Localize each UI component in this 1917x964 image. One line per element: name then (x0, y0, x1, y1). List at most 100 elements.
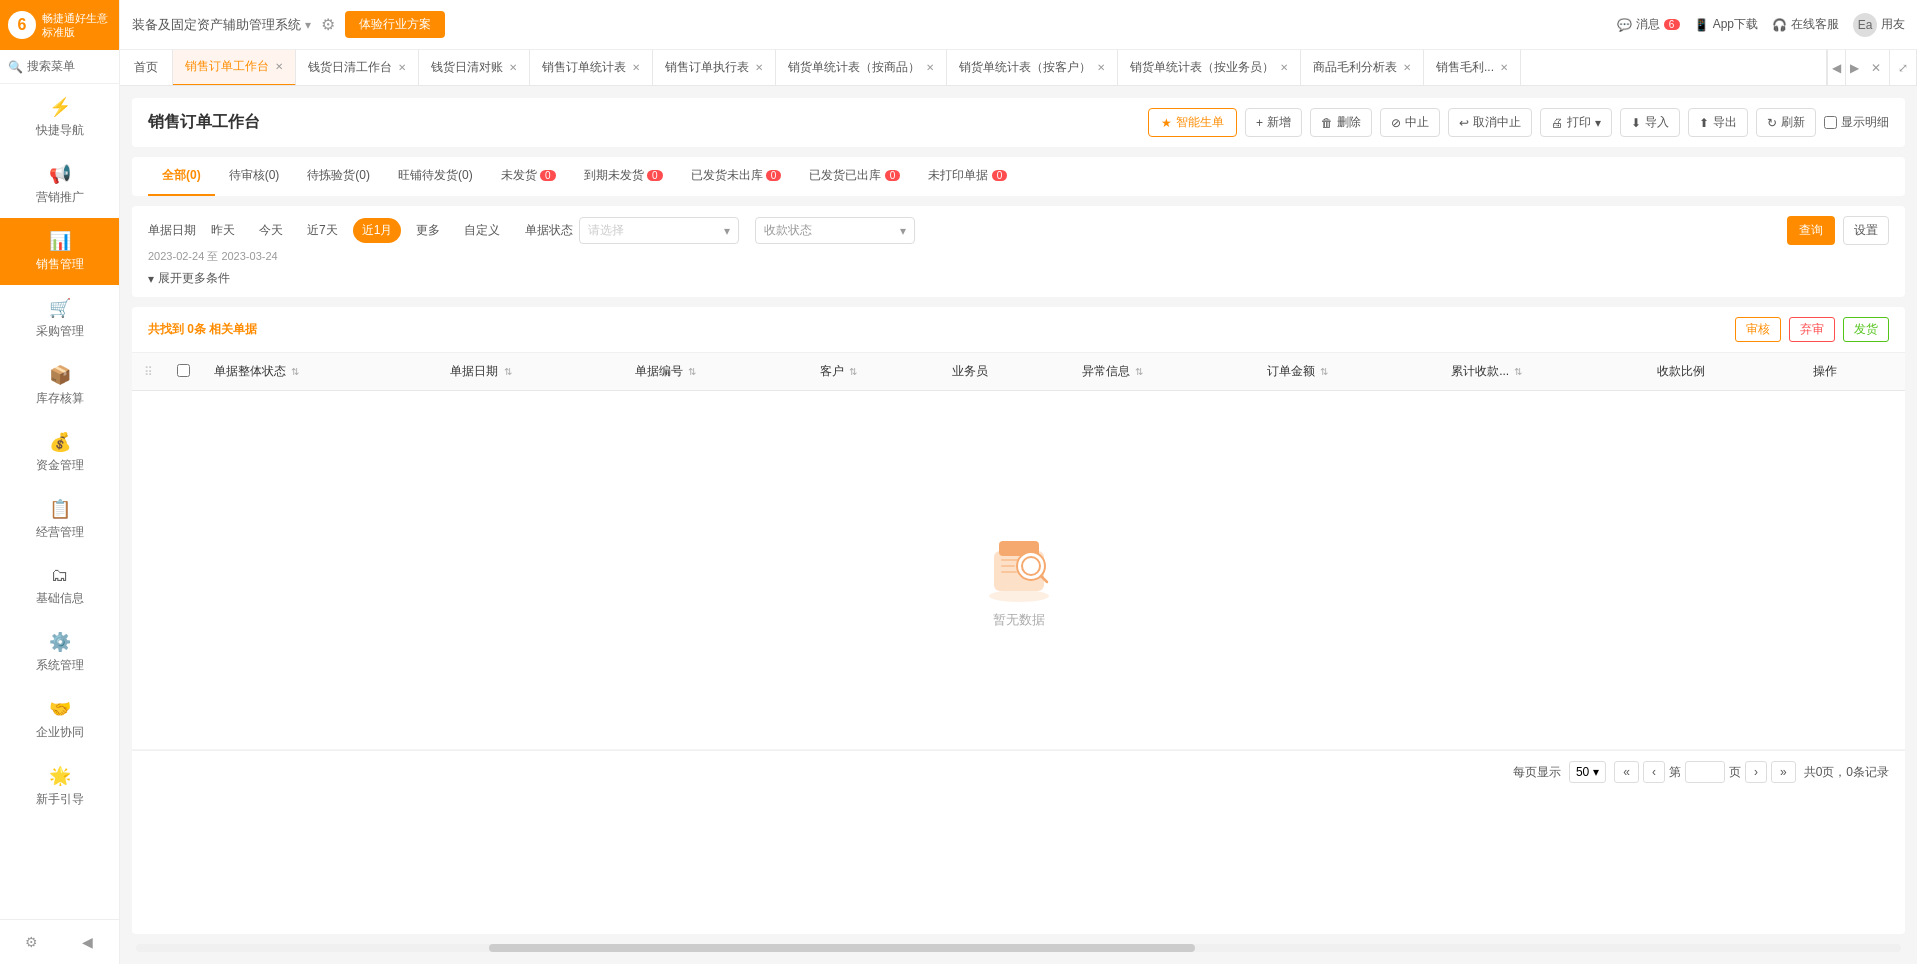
tab-close-icon[interactable]: ✕ (509, 62, 517, 73)
tab-sales-by-staff[interactable]: 销货单统计表（按业务员） ✕ (1118, 50, 1301, 86)
industry-btn[interactable]: 体验行业方案 (345, 11, 445, 38)
tab-fullscreen-button[interactable]: ⤢ (1890, 50, 1917, 86)
filter-expand-btn[interactable]: ▾ 展开更多条件 (148, 270, 1889, 287)
dispatch-button[interactable]: 发货 (1843, 317, 1889, 342)
filter-yesterday-btn[interactable]: 昨天 (202, 218, 244, 243)
sort-icon[interactable]: ⇅ (849, 366, 857, 377)
tab-prev-icon[interactable]: ◀ (1827, 50, 1845, 86)
print-button[interactable]: 🖨 打印 ▾ (1540, 108, 1612, 137)
filter-payment-select[interactable]: 收款状态 ▾ (755, 217, 915, 244)
horizontal-scrollbar[interactable] (136, 944, 1901, 952)
sidebar-item-enterprise[interactable]: 🤝 企业协同 (0, 686, 119, 753)
tab-reconcile[interactable]: 钱货日清对账 ✕ (419, 50, 530, 86)
filter-custom-btn[interactable]: 自定义 (455, 218, 509, 243)
settings-query-button[interactable]: 设置 (1843, 216, 1889, 245)
settings-button[interactable]: ⚙ (8, 928, 56, 956)
sidebar-item-marketing[interactable]: 📢 营销推广 (0, 151, 119, 218)
message-item[interactable]: 💬 消息 6 (1617, 16, 1680, 33)
add-button[interactable]: + 新增 (1245, 108, 1302, 137)
col-checkbox[interactable] (165, 353, 202, 391)
subtab-dispatched-out[interactable]: 已发货已出库 0 (795, 157, 914, 196)
delete-button[interactable]: 🗑 删除 (1310, 108, 1372, 137)
result-count: 共找到 0条 相关单据 (148, 321, 257, 338)
sidebar-item-newbie[interactable]: 🌟 新手引导 (0, 753, 119, 820)
select-all-checkbox[interactable] (177, 364, 190, 377)
tab-home[interactable]: 首页 (120, 50, 173, 86)
sidebar-item-finance[interactable]: 💰 资金管理 (0, 419, 119, 486)
export-button[interactable]: ⬆ 导出 (1688, 108, 1748, 137)
first-page-button[interactable]: « (1614, 761, 1639, 783)
chevron-down-icon: ▾ (148, 272, 154, 286)
query-button[interactable]: 查询 (1787, 216, 1835, 245)
tab-sales-workbench[interactable]: 销售订单工作台 ✕ (173, 50, 296, 86)
tab-daily-clear[interactable]: 钱货日清工作台 ✕ (296, 50, 419, 86)
sort-icon[interactable]: ⇅ (1320, 366, 1328, 377)
tab-sales-by-customer[interactable]: 销货单统计表（按客户） ✕ (947, 50, 1118, 86)
sidebar-item-inventory[interactable]: 📦 库存核算 (0, 352, 119, 419)
pause-button[interactable]: ⊘ 中止 (1380, 108, 1440, 137)
page-number-input[interactable]: 1 (1685, 761, 1725, 783)
smart-create-button[interactable]: ★ 智能生单 (1148, 108, 1237, 137)
tab-close-icon[interactable]: ✕ (632, 62, 640, 73)
cancel-pause-button[interactable]: ↩ 取消中止 (1448, 108, 1532, 137)
subtab-dispatched-not-out[interactable]: 已发货未出库 0 (677, 157, 796, 196)
tab-next-icon[interactable]: ▶ (1845, 50, 1863, 86)
tab-close-all-button[interactable]: ✕ (1863, 50, 1890, 86)
sort-icon[interactable]: ⇅ (504, 366, 512, 377)
sidebar-item-sales[interactable]: 📊 销售管理 (0, 218, 119, 285)
subtab-pending-inspect[interactable]: 待拣验货(0) (293, 157, 384, 196)
sidebar-item-operation[interactable]: 📋 经营管理 (0, 486, 119, 553)
tab-close-icon[interactable]: ✕ (1097, 62, 1105, 73)
subtab-overdue-dispatch[interactable]: 到期未发货 0 (570, 157, 677, 196)
tab-sales-margin[interactable]: 销售毛利... ✕ (1424, 50, 1521, 86)
filter-1month-btn[interactable]: 近1月 (353, 218, 402, 243)
filter-today-btn[interactable]: 今天 (250, 218, 292, 243)
gear-icon[interactable]: ⚙ (321, 15, 335, 34)
show-detail-checkbox[interactable]: 显示明细 (1824, 114, 1889, 131)
refresh-button[interactable]: ↻ 刷新 (1756, 108, 1816, 137)
tab-close-icon[interactable]: ✕ (275, 61, 283, 72)
collapse-button[interactable]: ◀ (64, 928, 112, 956)
prev-page-button[interactable]: ‹ (1643, 761, 1665, 783)
review-button[interactable]: 审核 (1735, 317, 1781, 342)
abandon-button[interactable]: 弃审 (1789, 317, 1835, 342)
filter-more-btn[interactable]: 更多 (407, 218, 449, 243)
app-download-item[interactable]: 📱 App下载 (1694, 16, 1758, 33)
cancel-pause-icon: ↩ (1459, 116, 1469, 130)
tab-order-stats[interactable]: 销售订单统计表 ✕ (530, 50, 653, 86)
sort-icon[interactable]: ⇅ (688, 366, 696, 377)
sidebar-search[interactable]: 🔍 搜索菜单 (0, 50, 119, 84)
online-service-item[interactable]: 🎧 在线客服 (1772, 16, 1839, 33)
tab-order-exec[interactable]: 销售订单执行表 ✕ (653, 50, 776, 86)
tab-gross-margin[interactable]: 商品毛利分析表 ✕ (1301, 50, 1424, 86)
sort-icon[interactable]: ⇅ (1135, 366, 1143, 377)
purchase-icon: 🛒 (49, 297, 71, 319)
system-selector[interactable]: 装备及固定资产辅助管理系统 ▾ (132, 16, 311, 34)
next-page-button[interactable]: › (1745, 761, 1767, 783)
subtab-wangpu-dispatch[interactable]: 旺铺待发货(0) (384, 157, 487, 196)
tab-close-icon[interactable]: ✕ (1280, 62, 1288, 73)
tab-close-icon[interactable]: ✕ (755, 62, 763, 73)
sort-icon[interactable]: ⇅ (291, 366, 299, 377)
import-button[interactable]: ⬇ 导入 (1620, 108, 1680, 137)
sidebar-item-basic[interactable]: 🗂 基础信息 (0, 553, 119, 619)
import-icon: ⬇ (1631, 116, 1641, 130)
user-menu[interactable]: Ea 用友 (1853, 13, 1905, 37)
subtab-pending-review[interactable]: 待审核(0) (215, 157, 294, 196)
tab-close-icon[interactable]: ✕ (398, 62, 406, 73)
tab-sales-by-product[interactable]: 销货单统计表（按商品） ✕ (776, 50, 947, 86)
subtab-all[interactable]: 全部(0) (148, 157, 215, 196)
subtab-not-dispatched[interactable]: 未发货 0 (487, 157, 570, 196)
last-page-button[interactable]: » (1771, 761, 1796, 783)
filter-status-select[interactable]: 请选择 ▾ (579, 217, 739, 244)
tab-close-icon[interactable]: ✕ (926, 62, 934, 73)
sort-icon[interactable]: ⇅ (1514, 366, 1522, 377)
page-size-select[interactable]: 50 ▾ (1569, 761, 1606, 783)
sidebar-item-system[interactable]: ⚙️ 系统管理 (0, 619, 119, 686)
tab-close-icon[interactable]: ✕ (1403, 62, 1411, 73)
tab-close-icon[interactable]: ✕ (1500, 62, 1508, 73)
sidebar-item-quicknav[interactable]: ⚡ 快捷导航 (0, 84, 119, 151)
sidebar-item-purchase[interactable]: 🛒 采购管理 (0, 285, 119, 352)
filter-7days-btn[interactable]: 近7天 (298, 218, 347, 243)
subtab-not-printed[interactable]: 未打印单据 0 (914, 157, 1021, 196)
